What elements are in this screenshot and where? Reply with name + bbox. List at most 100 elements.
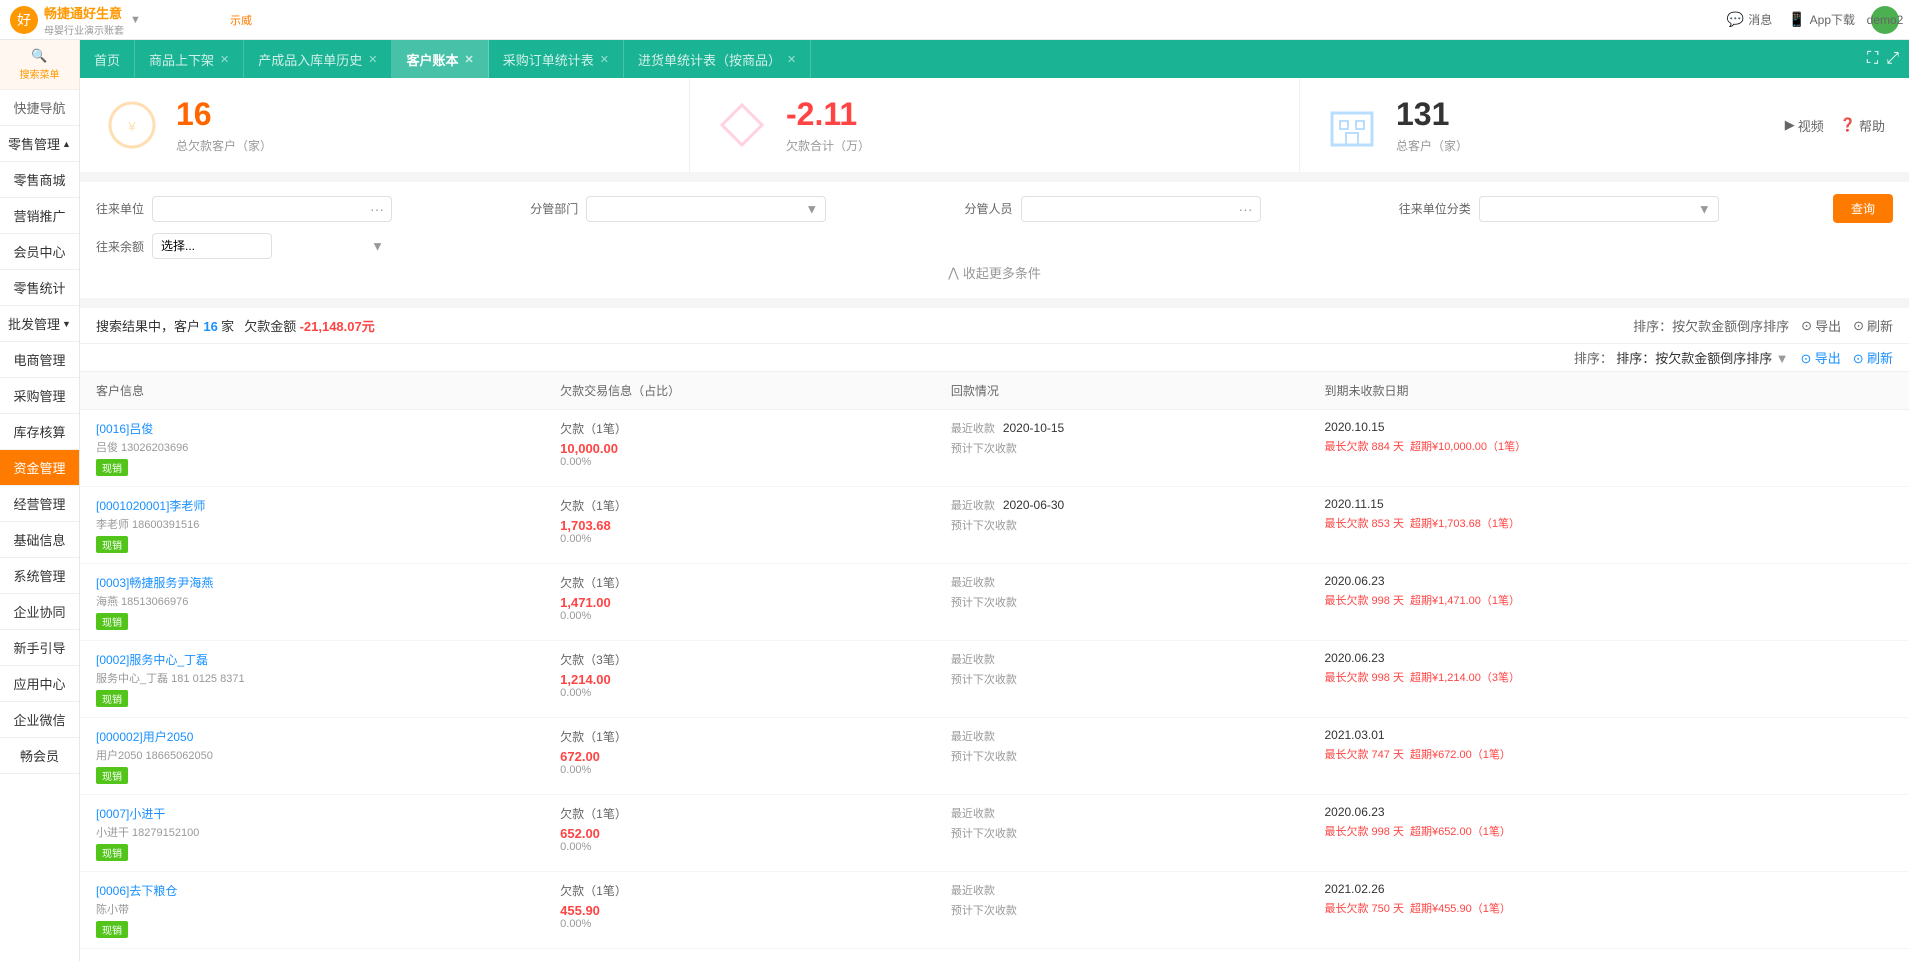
td-debt-info-0: 欠款（1笔） 10,000.00 0.00% (544, 410, 935, 487)
due-date-5: 2020.06.23 (1324, 805, 1893, 819)
th-debt-info: 欠款交易信息（占比） (544, 372, 935, 410)
td-customer-info-1: [0001020001]李老师 李老师 18600391516 现销 (80, 487, 544, 564)
status-badge-2: 现销 (96, 613, 128, 630)
overdue-text-0[interactable]: 超期¥10,000.00（1笔） (1410, 438, 1526, 454)
tab-fullscreen-icon[interactable]: ⤢ (1886, 50, 1899, 68)
td-payment-status-5: 最近收款 预计下次收款 (935, 795, 1309, 872)
tab-close-icon-3[interactable]: ✕ (465, 53, 474, 66)
customer-name-0[interactable]: [0016]吕俊 (96, 420, 528, 437)
main-layout: 🔍 搜索菜单 快捷导航 零售管理 ▲ 零售商城 营销推广 会员中心 零售统计 (0, 40, 1909, 961)
customer-name-3[interactable]: [0002]服务中心_丁磊 (96, 651, 528, 668)
tab-purchase-stats[interactable]: 进货单统计表（按商品） ✕ (624, 40, 811, 78)
overdue-text-5[interactable]: 超期¥652.00（1笔） (1410, 823, 1511, 839)
overdue-text-3[interactable]: 超期¥1,214.00（3笔） (1410, 669, 1520, 685)
collapse-button[interactable]: ⋀ 收起更多条件 (96, 263, 1893, 282)
tab-production-history[interactable]: 产成品入库单历史 ✕ (244, 40, 392, 78)
sidebar-search[interactable]: 🔍 搜索菜单 (0, 40, 79, 90)
stat-card-actions: ▶ 视频 ❓ 帮助 (1785, 116, 1885, 135)
sidebar-item-vip[interactable]: 畅会员 (0, 738, 79, 774)
sidebar-item-enterprise-wechat[interactable]: 企业微信 (0, 702, 79, 738)
sidebar-item-basic-info[interactable]: 基础信息 (0, 522, 79, 558)
dept-select[interactable] (586, 196, 826, 222)
sidebar-item-inventory[interactable]: 库存核算 (0, 414, 79, 450)
search-button[interactable]: 查询 (1833, 194, 1893, 223)
diamond-icon (714, 97, 770, 153)
stat-card-total-customers: 131 总客户（家） ▶ 视频 ❓ 帮助 (1300, 78, 1909, 172)
tab-close-icon[interactable]: ✕ (220, 53, 229, 66)
customer-name-2[interactable]: [0003]畅捷服务尹海燕 (96, 574, 528, 591)
due-date-3: 2020.06.23 (1324, 651, 1893, 665)
source-unit-input[interactable] (152, 196, 392, 222)
video-btn[interactable]: ▶ 视频 (1785, 116, 1824, 135)
tab-customer-account[interactable]: 客户账本 ✕ (392, 40, 488, 78)
export-btn[interactable]: ⊙ 导出 (1801, 316, 1841, 335)
unit-category-select[interactable] (1479, 196, 1719, 222)
stats-row: ¥ 16 总欠款客户（家） (80, 78, 1909, 172)
help-icon: ❓ (1840, 117, 1856, 133)
logo-text: 畅捷通好生意 母婴行业演示账套 (44, 3, 124, 37)
export-btn-2[interactable]: ⊙ 导出 (1800, 348, 1840, 367)
sidebar-item-system[interactable]: 系统管理 (0, 558, 79, 594)
filter-dept: 分管部门 ▼ (530, 196, 948, 222)
overdue-text-2[interactable]: 超期¥1,471.00（1笔） (1410, 592, 1520, 608)
tab-home[interactable]: 首页 (80, 40, 135, 78)
debt-ratio-1: 0.00% (560, 533, 919, 545)
sidebar-item-marketing[interactable]: 营销推广 (0, 198, 79, 234)
sidebar-item-finance[interactable]: 资金管理 (0, 450, 79, 486)
sidebar-item-purchase[interactable]: 采购管理 (0, 378, 79, 414)
customer-name-1[interactable]: [0001020001]李老师 (96, 497, 528, 514)
table-row: [0001020001]李老师 李老师 18600391516 现销 欠款（1笔… (80, 487, 1909, 564)
sidebar-item-app-center[interactable]: 应用中心 (0, 666, 79, 702)
flag-label[interactable]: 示威 (230, 12, 252, 28)
td-payment-status-0: 最近收款 2020-10-15 预计下次收款 (935, 410, 1309, 487)
refresh-btn-2[interactable]: ⊙ 刷新 (1853, 348, 1893, 367)
sidebar-item-new-guide[interactable]: 新手引导 (0, 630, 79, 666)
customer-name-6[interactable]: [0006]去下粮仓 (96, 882, 528, 899)
help-btn[interactable]: ❓ 帮助 (1840, 116, 1885, 135)
sidebar-item-operations[interactable]: 经营管理 (0, 486, 79, 522)
coin-icon: ¥ (104, 97, 160, 153)
sidebar-item-enterprise-collab[interactable]: 企业协同 (0, 594, 79, 630)
td-customer-info-4: [000002]用户2050 用户2050 18665062050 现销 (80, 718, 544, 795)
next-payment-label-0: 预计下次收款 (951, 440, 1017, 456)
sort-full-label[interactable]: 排序： 排序：按欠款金额倒序排序 ▼ (1574, 348, 1789, 367)
balance-select[interactable]: 选择... (152, 233, 272, 259)
tab-close-icon-2[interactable]: ✕ (368, 53, 377, 66)
result-actions: 排序：按欠款金额倒序排序 ⊙ 导出 ⊙ 刷新 (1633, 316, 1893, 335)
overdue-text-1[interactable]: 超期¥1,703.68（1笔） (1410, 515, 1520, 531)
user-avatar[interactable]: demo2 (1871, 6, 1899, 34)
app-download-btn[interactable]: 📱 App下载 (1788, 11, 1855, 28)
tab-purchase-summary[interactable]: 采购订单统计表 ✕ (489, 40, 624, 78)
tab-collapse-icon[interactable]: ⛶ (1867, 50, 1878, 68)
td-due-date-2: 2020.06.23 最长欠款 998 天 超期¥1,471.00（1笔） (1308, 564, 1909, 641)
message-btn[interactable]: 💬 消息 (1727, 11, 1772, 28)
tab-products-off[interactable]: 商品上下架 ✕ (135, 40, 244, 78)
recent-payment-label-2: 最近收款 (951, 574, 995, 590)
customer-name-4[interactable]: [000002]用户2050 (96, 728, 528, 745)
customer-name-5[interactable]: [0007]小进干 (96, 805, 528, 822)
filter-source-unit: 往来单位 ··· (96, 196, 514, 222)
download-icon: 📱 (1788, 11, 1805, 28)
sidebar-item-member[interactable]: 会员中心 (0, 234, 79, 270)
sidebar-quick-nav[interactable]: 快捷导航 (0, 90, 79, 126)
sidebar-item-ecommerce[interactable]: 电商管理 (0, 342, 79, 378)
sidebar-item-retail-stats[interactable]: 零售统计 (0, 270, 79, 306)
tab-close-icon-4[interactable]: ✕ (600, 53, 609, 66)
refresh-btn[interactable]: ⊙ 刷新 (1853, 316, 1893, 335)
chevron-down-icon-2: ▼ (62, 319, 71, 329)
sort-label[interactable]: 排序：按欠款金额倒序排序 (1633, 316, 1789, 335)
overdue-text-6[interactable]: 超期¥455.90（1笔） (1410, 900, 1511, 916)
next-payment-label-6: 预计下次收款 (951, 902, 1017, 918)
overdue-text-4[interactable]: 超期¥672.00（1笔） (1410, 746, 1511, 762)
industry-dropdown[interactable]: ▼ (130, 14, 141, 26)
sidebar-item-retail-mall[interactable]: 零售商城 (0, 162, 79, 198)
person-input[interactable] (1021, 196, 1261, 222)
sidebar-item-batch-mgmt[interactable]: 批发管理 ▼ (0, 306, 79, 342)
source-unit-dots-icon[interactable]: ··· (370, 201, 384, 217)
table-row: [0006]去下粮仓 陈小带 现销 欠款（1笔） 455.90 0.00% 最近… (80, 872, 1909, 949)
sidebar-item-retail-mgmt[interactable]: 零售管理 ▲ (0, 126, 79, 162)
person-dots-icon[interactable]: ··· (1239, 201, 1253, 217)
stat-info-debt-amount: -2.11 欠款合计（万） (786, 96, 870, 154)
tab-close-icon-5[interactable]: ✕ (787, 53, 796, 66)
refresh-icon-2: ⊙ (1853, 351, 1864, 366)
